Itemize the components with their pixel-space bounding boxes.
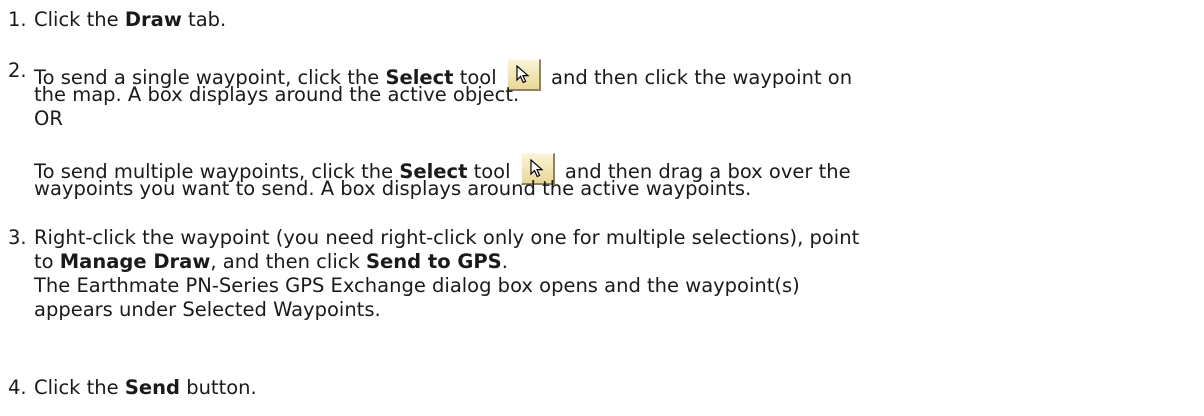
ui-label-manage-draw: Manage Draw: [59, 250, 211, 273]
step-line: appears under Selected Waypoints.: [34, 298, 1196, 322]
or-text: OR: [34, 107, 63, 130]
step-line: waypoints you want to send. A box displa…: [34, 177, 1196, 201]
step-text: tab.: [181, 8, 227, 31]
ui-label-draw: Draw: [124, 8, 182, 31]
arrow-cursor-icon: [516, 65, 530, 84]
step-text: Click the: [34, 376, 125, 399]
step-line: Right-click the waypoint (you need right…: [34, 226, 1196, 250]
ui-label-send-to-gps: Send to GPS: [365, 250, 502, 273]
step-text: Right-click the waypoint (you need right…: [34, 226, 860, 249]
step-line: The Earthmate PN-Series GPS Exchange dia…: [34, 274, 1196, 298]
step-text: .: [501, 250, 508, 273]
step-text: , and then click: [210, 250, 366, 273]
step-line: the map. A box displays around the activ…: [34, 83, 1196, 107]
step-text: The Earthmate PN-Series GPS Exchange dia…: [34, 274, 800, 297]
ui-label-send: Send: [124, 376, 180, 399]
instruction-list: 1. Click the Draw tab. 2. To send a sing…: [0, 0, 1204, 416]
arrow-cursor-icon: [530, 159, 544, 178]
step-line: to Manage Draw, and then click Send to G…: [34, 250, 1196, 274]
step-text: waypoints you want to send. A box displa…: [34, 177, 752, 200]
step-text: to: [34, 250, 60, 273]
step-text: the map. A box displays around the activ…: [34, 83, 520, 106]
step-line: Click the Send button.: [34, 376, 1196, 400]
step-line: Click the Draw tab.: [34, 8, 1196, 32]
step-line: OR: [34, 107, 1196, 131]
step-text: appears under Selected Waypoints.: [34, 298, 381, 321]
step-text: button.: [180, 376, 257, 399]
step-text: Click the: [34, 8, 125, 31]
